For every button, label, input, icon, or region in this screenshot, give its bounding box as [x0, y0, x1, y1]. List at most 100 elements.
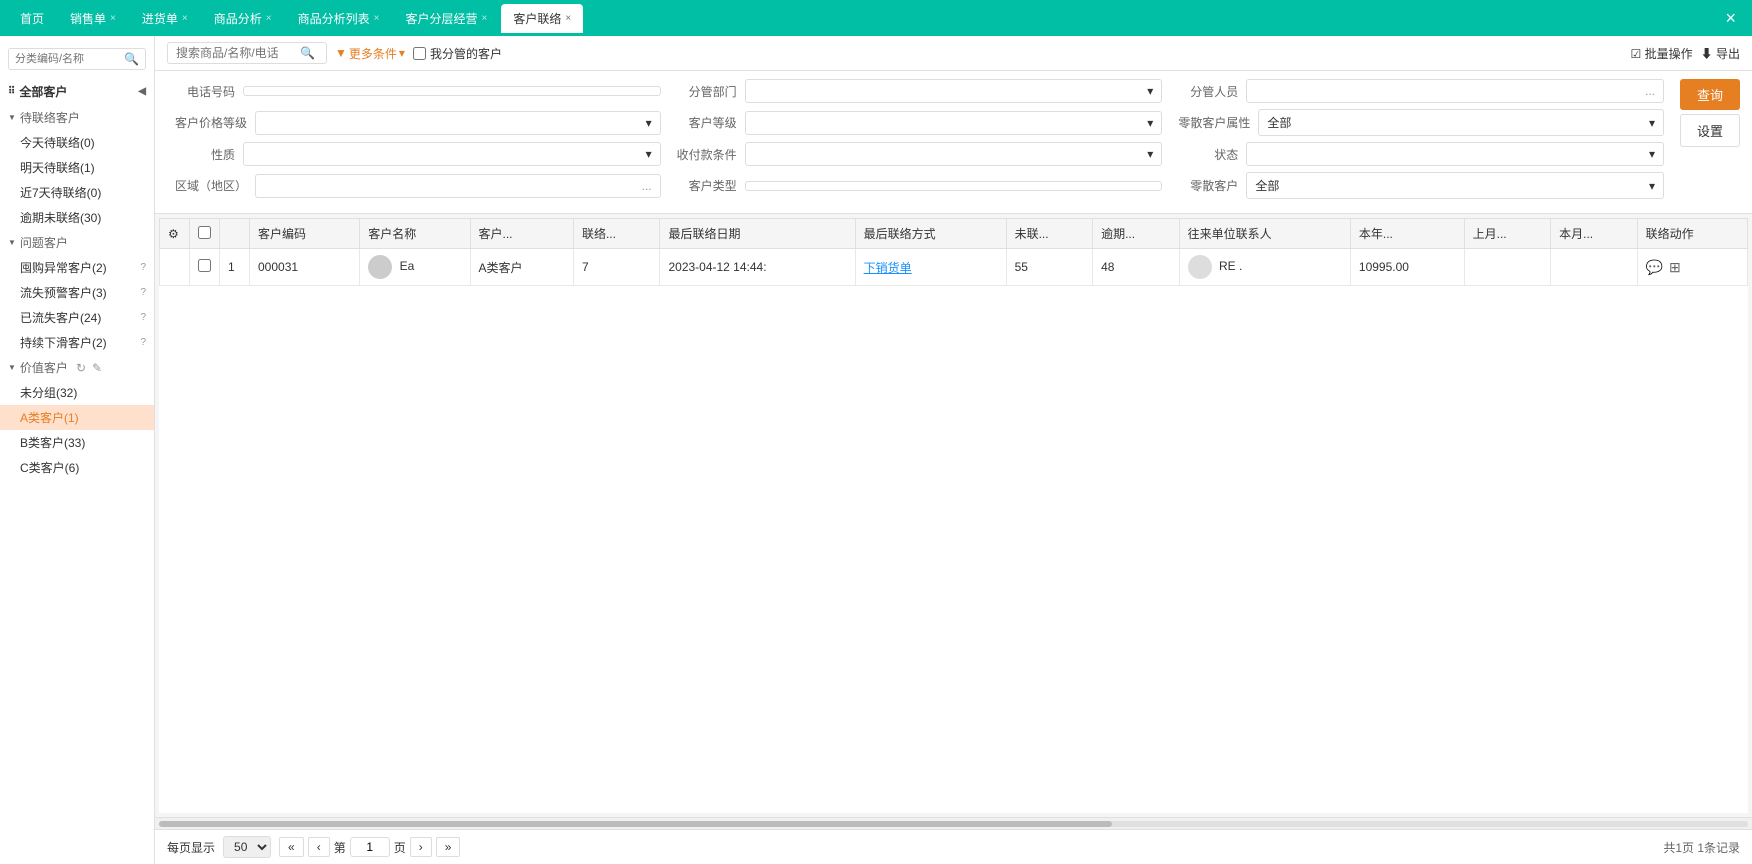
filter-row-3: 性质 收付款条件 状态: [167, 142, 1672, 166]
th-contact[interactable]: 联络...: [573, 219, 660, 249]
question-icon2: ?: [140, 287, 146, 298]
sidebar-search-input[interactable]: [15, 53, 120, 65]
more-filters-btn[interactable]: ▼ 更多条件 ▾: [335, 45, 405, 62]
sidebar-item-unclassified[interactable]: 未分组(32): [0, 380, 154, 405]
manager-input[interactable]: ...: [1246, 79, 1664, 103]
dept-label: 分管部门: [677, 83, 737, 100]
sidebar-item-churn-warning[interactable]: 流失预警客户(3) ?: [0, 280, 154, 305]
main-search-input[interactable]: [176, 46, 296, 60]
chat-icon[interactable]: 💬: [1646, 259, 1663, 276]
price-tier-select[interactable]: [255, 111, 661, 135]
tab-home[interactable]: 首页: [8, 4, 56, 33]
sidebar-item-class-b[interactable]: B类客户(33): [0, 430, 154, 455]
main-search-box[interactable]: 🔍: [167, 42, 327, 64]
settings-btn[interactable]: 设置: [1680, 114, 1740, 147]
next-page-btn[interactable]: ›: [410, 837, 432, 857]
sidebar-item-tomorrow[interactable]: 明天待联络(1): [0, 155, 154, 180]
th-gear[interactable]: ⚙: [160, 219, 190, 249]
prev-page-btn[interactable]: ‹: [308, 837, 330, 857]
triangle-icon2: ▼: [8, 238, 16, 247]
th-last-method[interactable]: 最后联络方式: [855, 219, 1006, 249]
close-tab-sales[interactable]: ×: [110, 13, 116, 24]
sidebar-item-churned[interactable]: 已流失客户(24) ?: [0, 305, 154, 330]
horizontal-scrollbar[interactable]: [155, 817, 1752, 829]
filter-payment: 收付款条件: [669, 142, 1171, 166]
th-unit-contacts[interactable]: 往来单位联系人: [1179, 219, 1350, 249]
sidebar-item-class-a[interactable]: A类客户(1): [0, 405, 154, 430]
last-page-btn[interactable]: »: [436, 837, 461, 857]
dept-select[interactable]: [745, 79, 1163, 103]
close-tab-customer-contact[interactable]: ×: [565, 13, 571, 24]
th-last-month[interactable]: 上月...: [1464, 219, 1551, 249]
nature-select[interactable]: [243, 142, 661, 166]
filter-buttons: 查询 设置: [1672, 79, 1740, 205]
group-pending-contact[interactable]: ▼ 待联络客户: [0, 105, 154, 130]
td-check[interactable]: [190, 249, 220, 286]
th-name[interactable]: 客户名称: [360, 219, 470, 249]
retail-attr-select[interactable]: 全部: [1258, 109, 1664, 136]
th-category[interactable]: 客户...: [470, 219, 573, 249]
edit-icon[interactable]: ✎: [92, 361, 102, 375]
payment-select[interactable]: [745, 142, 1163, 166]
tab-customer-tier[interactable]: 客户分层经营 ×: [393, 4, 499, 33]
sidebar-item-class-c[interactable]: C类客户(6): [0, 455, 154, 480]
th-this-month[interactable]: 本月...: [1551, 219, 1638, 249]
phone-input[interactable]: [243, 86, 661, 96]
close-tab-product-analysis[interactable]: ×: [266, 13, 272, 24]
group-value-customers[interactable]: ▼ 价值客户 ↻ ✎: [0, 355, 154, 380]
close-tab-purchase[interactable]: ×: [182, 13, 188, 24]
first-page-btn[interactable]: «: [279, 837, 304, 857]
search-icon[interactable]: 🔍: [300, 46, 315, 60]
scrollbar-thumb[interactable]: [159, 821, 1112, 827]
row-checkbox[interactable]: [198, 259, 211, 272]
page-number-input[interactable]: [350, 837, 390, 857]
customer-tier-select[interactable]: [745, 111, 1163, 135]
total-info: 共1页 1条记录: [1663, 839, 1740, 856]
th-check[interactable]: [190, 219, 220, 249]
th-overdue[interactable]: 逾期...: [1093, 219, 1180, 249]
close-window-btn[interactable]: ×: [1717, 8, 1744, 29]
nature-label: 性质: [175, 146, 235, 163]
sidebar-item-declining[interactable]: 持续下滑客户(2) ?: [0, 330, 154, 355]
sidebar-item-overdue[interactable]: 逾期未联络(30): [0, 205, 154, 230]
sidebar-section-all-customers[interactable]: ⠿ 全部客户 ◀: [0, 78, 154, 105]
th-uncontacted[interactable]: 未联...: [1006, 219, 1093, 249]
my-customers-check[interactable]: [413, 47, 426, 60]
tab-customer-contact[interactable]: 客户联络 ×: [501, 4, 583, 33]
filter-customer-tier: 客户等级: [669, 111, 1171, 135]
collapse-icon[interactable]: ◀: [138, 86, 146, 97]
th-year-amount[interactable]: 本年...: [1350, 219, 1464, 249]
my-customers-checkbox[interactable]: 我分管的客户: [413, 45, 502, 62]
td-this-month: [1551, 249, 1638, 286]
chevron-down-icon: ▾: [399, 46, 405, 60]
th-code[interactable]: 客户编码: [250, 219, 360, 249]
tab-sales[interactable]: 销售单 ×: [58, 4, 128, 33]
retail-customer-select[interactable]: 全部: [1246, 172, 1664, 199]
sidebar-item-today[interactable]: 今天待联络(0): [0, 130, 154, 155]
query-btn[interactable]: 查询: [1680, 79, 1740, 110]
payment-label: 收付款条件: [677, 146, 737, 163]
sidebar-item-7days[interactable]: 近7天待联络(0): [0, 180, 154, 205]
sidebar-search-icon[interactable]: 🔍: [124, 52, 139, 66]
filter-manager: 分管人员 ...: [1170, 79, 1672, 103]
refresh-icon[interactable]: ↻: [76, 361, 86, 375]
more-action-icon[interactable]: ⊞: [1669, 259, 1681, 276]
th-last-date[interactable]: 最后联络日期: [660, 219, 855, 249]
td-code[interactable]: 000031: [250, 249, 360, 286]
close-tab-product-analysis-list[interactable]: ×: [374, 13, 380, 24]
export-btn[interactable]: ⬇ 导出: [1701, 45, 1740, 62]
tab-product-analysis-list[interactable]: 商品分析列表 ×: [286, 4, 392, 33]
batch-operation-btn[interactable]: ☑ 批量操作: [1631, 45, 1693, 62]
customer-type-input[interactable]: [745, 181, 1163, 191]
group-problem-customers[interactable]: ▼ 问题客户: [0, 230, 154, 255]
tab-purchase[interactable]: 进货单 ×: [130, 4, 200, 33]
select-all-checkbox[interactable]: [198, 226, 211, 239]
status-select[interactable]: [1246, 142, 1664, 166]
region-input[interactable]: ...: [255, 174, 661, 198]
page-size-select[interactable]: 50: [223, 836, 271, 858]
tab-product-analysis[interactable]: 商品分析 ×: [202, 4, 284, 33]
sidebar-item-abnormal[interactable]: 囤购异常客户(2) ?: [0, 255, 154, 280]
close-tab-customer-tier[interactable]: ×: [481, 13, 487, 24]
sidebar-search-box[interactable]: 🔍: [8, 48, 146, 70]
td-last-method[interactable]: 下销货单: [855, 249, 1006, 286]
